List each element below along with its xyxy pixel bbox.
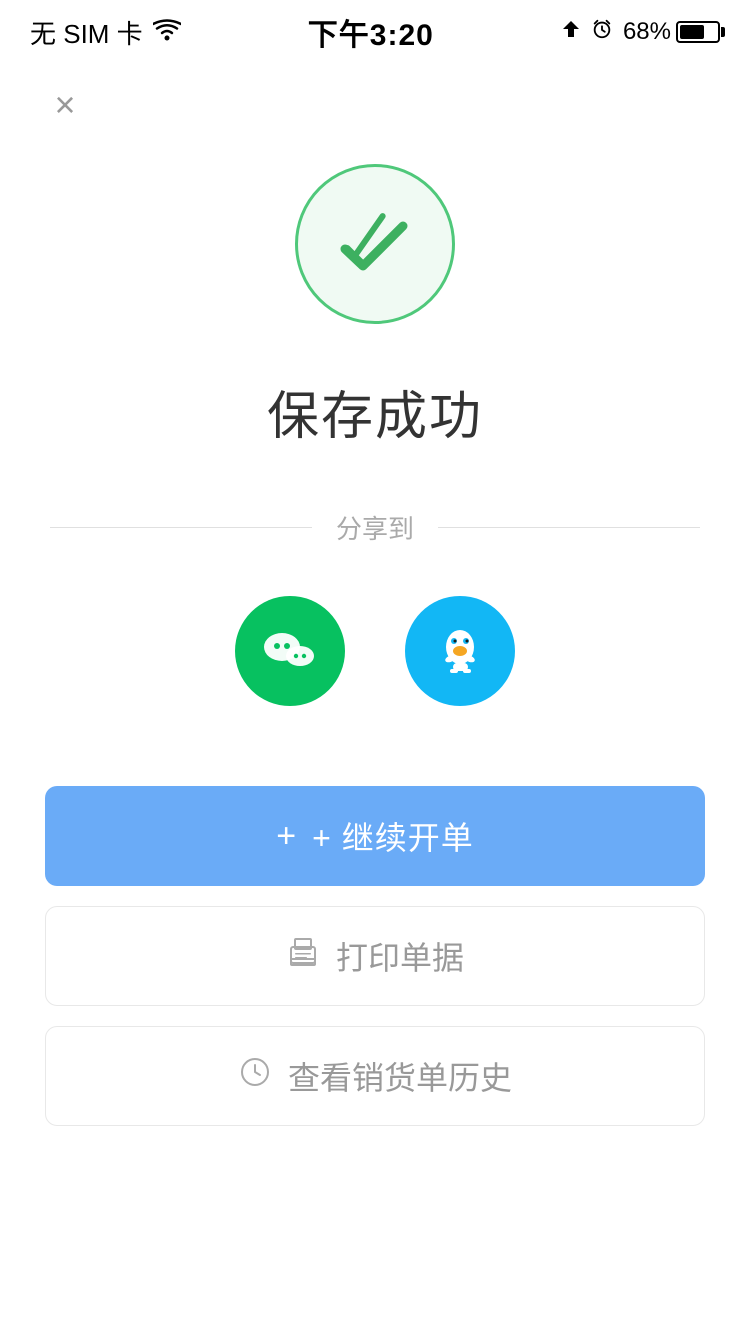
close-button[interactable]: × — [40, 80, 90, 130]
status-right: 68% — [561, 18, 720, 47]
share-label: 分享到 — [312, 509, 438, 546]
plus-icon: + — [276, 817, 296, 856]
main-content: 保存成功 分享到 — [0, 64, 750, 1126]
battery-indicator: 68% — [623, 18, 720, 46]
history-button[interactable]: 查看销货单历史 — [45, 1026, 705, 1126]
status-left: 无 SIM 卡 — [30, 14, 181, 51]
success-title: 保存成功 — [267, 374, 483, 449]
status-time: 下午3:20 — [308, 10, 434, 54]
alarm-icon — [591, 18, 613, 47]
wechat-share-button[interactable] — [235, 596, 345, 706]
status-bar: 无 SIM 卡 下午3:20 68% — [0, 0, 750, 64]
share-divider: 分享到 — [0, 509, 750, 546]
location-icon — [561, 18, 581, 46]
wifi-icon — [153, 17, 181, 48]
battery-text: 68% — [623, 18, 671, 46]
clock-icon — [238, 1055, 272, 1097]
action-buttons: + + 继续开单 打印单据 — [45, 786, 705, 1126]
close-icon: × — [54, 84, 75, 126]
divider-line-left — [50, 527, 312, 528]
continue-label: + 继续开单 — [312, 813, 474, 859]
success-circle — [295, 164, 455, 324]
checkmark-icon — [335, 214, 415, 274]
share-icons — [235, 596, 515, 706]
history-label: 查看销货单历史 — [288, 1053, 512, 1099]
divider-line-right — [438, 527, 700, 528]
printer-icon — [286, 935, 320, 977]
print-button[interactable]: 打印单据 — [45, 906, 705, 1006]
carrier-text: 无 SIM 卡 — [30, 14, 143, 51]
continue-button[interactable]: + + 继续开单 — [45, 786, 705, 886]
print-label: 打印单据 — [336, 933, 464, 979]
battery-icon — [676, 21, 720, 43]
qq-share-button[interactable] — [405, 596, 515, 706]
